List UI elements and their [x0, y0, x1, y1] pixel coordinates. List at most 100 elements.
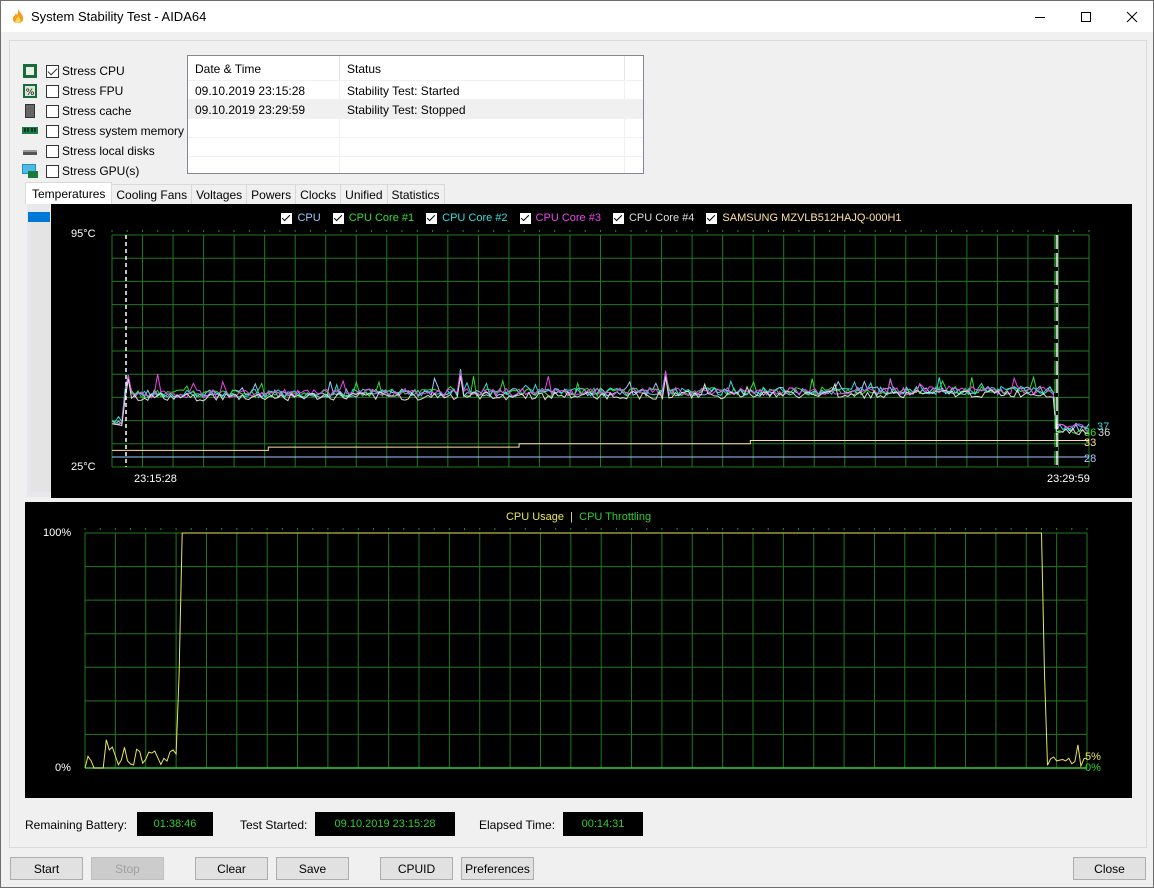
tab-statistics[interactable]: Statistics: [386, 184, 445, 204]
legend-checkbox[interactable]: [706, 212, 718, 224]
tab-cooling-fans[interactable]: Cooling Fans: [111, 184, 193, 204]
usage-legend: CPU Usage | CPU Throttling: [25, 511, 1132, 523]
stress-memory-label: Stress system memory: [62, 124, 185, 138]
clear-button[interactable]: Clear: [195, 857, 268, 880]
log-row[interactable]: 09.10.2019 23:29:59 Stability Test: Stop…: [188, 100, 643, 119]
stress-cpu-checkbox[interactable]: [46, 64, 59, 78]
test-started-value: 09.10.2019 23:15:28: [315, 812, 455, 836]
event-log-table[interactable]: Date & Time Status 09.10.2019 23:15:28 S…: [187, 55, 644, 174]
stress-disks-checkbox[interactable]: [46, 144, 59, 158]
legend-item-cpu[interactable]: CPU: [281, 212, 321, 224]
column-header-status[interactable]: Status: [340, 56, 625, 80]
cpu-usage-chart: CPU Usage | CPU Throttling 100% 0% 5% 0%: [25, 502, 1132, 798]
minimize-icon: [1035, 17, 1045, 18]
legend-label: CPU Core #2: [442, 212, 508, 224]
stress-disks-label: Stress local disks: [62, 144, 155, 158]
stress-gpu-checkbox[interactable]: [46, 164, 59, 178]
cache-chip-icon: [25, 104, 35, 118]
current-value-label: 28: [1084, 453, 1097, 465]
test-started-label: Test Started:: [240, 818, 308, 832]
legend-item-core1[interactable]: CPU Core #1: [332, 212, 415, 224]
stress-fpu-checkbox[interactable]: [46, 84, 59, 98]
legend-item-core4[interactable]: CPU Core #4: [612, 212, 695, 224]
tab-unified[interactable]: Unified: [340, 184, 388, 204]
disk-drive-icon: [23, 150, 37, 155]
legend-cpu-throttling: CPU Throttling: [579, 511, 652, 523]
log-row-empty: [188, 157, 643, 173]
stress-memory-checkbox[interactable]: [46, 124, 59, 138]
status-bar: Remaining Battery: 01:38:46 Test Started…: [10, 812, 1146, 836]
stress-option-disks[interactable]: Stress local disks: [22, 142, 155, 160]
elapsed-time-value: 00:14:31: [563, 812, 643, 836]
y-axis-max-label: 100%: [43, 527, 72, 539]
window-body: Stress CPU % Stress FPU Stress cache Str…: [0, 32, 1154, 888]
selected-sensor-indicator[interactable]: [28, 212, 50, 222]
close-window-button[interactable]: [1109, 1, 1154, 33]
minimize-button[interactable]: [1017, 1, 1063, 33]
temperature-plot: [111, 230, 1090, 468]
preferences-button[interactable]: Preferences: [461, 857, 534, 880]
graph-tabs: Temperatures Cooling Fans Voltages Power…: [25, 182, 445, 204]
stress-gpu-label: Stress GPU(s): [62, 164, 140, 178]
scroll-track[interactable]: [31, 222, 51, 492]
remaining-battery-value: 01:38:46: [137, 812, 213, 836]
gpu-monitor-icon: [22, 164, 38, 178]
cpu-chip-icon: [23, 64, 37, 78]
log-datetime: 09.10.2019 23:29:59: [188, 100, 340, 118]
legend-item-core3[interactable]: CPU Core #3: [519, 212, 601, 224]
temperature-legend: CPU CPU Core #1 CPU Core #2 CPU Core #3 …: [51, 212, 1132, 224]
log-status: Stability Test: Stopped: [340, 100, 625, 118]
stop-button[interactable]: Stop: [91, 857, 164, 880]
aida64-flame-icon: [12, 9, 24, 23]
y-axis-min-label: 0%: [55, 762, 71, 774]
column-header-datetime[interactable]: Date & Time: [188, 56, 340, 80]
tab-temperatures[interactable]: Temperatures: [25, 182, 113, 204]
close-icon: [1126, 11, 1138, 23]
legend-label: CPU Core #4: [628, 212, 695, 224]
elapsed-time-label: Elapsed Time:: [479, 818, 556, 832]
start-button[interactable]: Start: [10, 857, 83, 880]
temperature-chart: CPU CPU Core #1 CPU Core #2 CPU Core #3 …: [51, 204, 1132, 498]
stress-fpu-label: Stress FPU: [62, 84, 124, 98]
remaining-battery-label: Remaining Battery:: [25, 818, 128, 832]
save-button[interactable]: Save: [276, 857, 349, 880]
legend-checkbox[interactable]: [612, 212, 624, 224]
current-value-label: 36: [1098, 427, 1111, 439]
stress-option-memory[interactable]: Stress system memory: [22, 122, 184, 140]
legend-label: CPU: [297, 212, 321, 224]
stress-cache-checkbox[interactable]: [46, 104, 59, 118]
tab-clocks[interactable]: Clocks: [295, 184, 342, 204]
svg-text:%: %: [26, 88, 35, 98]
cpu-throttling-current: 0%: [1085, 762, 1101, 774]
sensor-list-scrollbar[interactable]: [26, 204, 51, 497]
stress-option-fpu[interactable]: % Stress FPU: [22, 82, 123, 100]
tab-voltages[interactable]: Voltages: [191, 184, 248, 204]
legend-label: SAMSUNG MZVLB512HAJQ-000H1: [722, 212, 902, 224]
legend-label: CPU Core #1: [348, 212, 415, 224]
log-row[interactable]: 09.10.2019 23:15:28 Stability Test: Star…: [188, 81, 643, 100]
close-button[interactable]: Close: [1073, 857, 1146, 880]
series-line-cpu-usage: [84, 532, 1088, 769]
legend-checkbox[interactable]: [426, 212, 438, 224]
log-status: Stability Test: Started: [340, 81, 625, 99]
legend-checkbox[interactable]: [332, 212, 344, 224]
legend-separator: |: [567, 511, 577, 523]
legend-item-ssd[interactable]: SAMSUNG MZVLB512HAJQ-000H1: [706, 212, 902, 224]
stress-option-cpu[interactable]: Stress CPU: [22, 62, 125, 80]
stress-option-gpu[interactable]: Stress GPU(s): [22, 162, 139, 180]
legend-checkbox[interactable]: [281, 212, 293, 224]
window-title: System Stability Test - AIDA64: [31, 9, 207, 24]
current-value-label: 33: [1084, 437, 1097, 449]
log-header: Date & Time Status: [188, 56, 643, 81]
memory-module-icon: [22, 127, 38, 134]
tab-powers[interactable]: Powers: [246, 184, 297, 204]
stress-option-cache[interactable]: Stress cache: [22, 102, 131, 120]
cpuid-button[interactable]: CPUID: [380, 857, 453, 880]
cpu-usage-plot: [84, 528, 1088, 769]
log-datetime: 09.10.2019 23:15:28: [188, 81, 340, 99]
title-bar: System Stability Test - AIDA64: [0, 0, 1154, 32]
maximize-button[interactable]: [1063, 1, 1109, 33]
legend-item-core2[interactable]: CPU Core #2: [426, 212, 508, 224]
legend-cpu-usage: CPU Usage: [505, 511, 565, 523]
legend-checkbox[interactable]: [519, 212, 531, 224]
